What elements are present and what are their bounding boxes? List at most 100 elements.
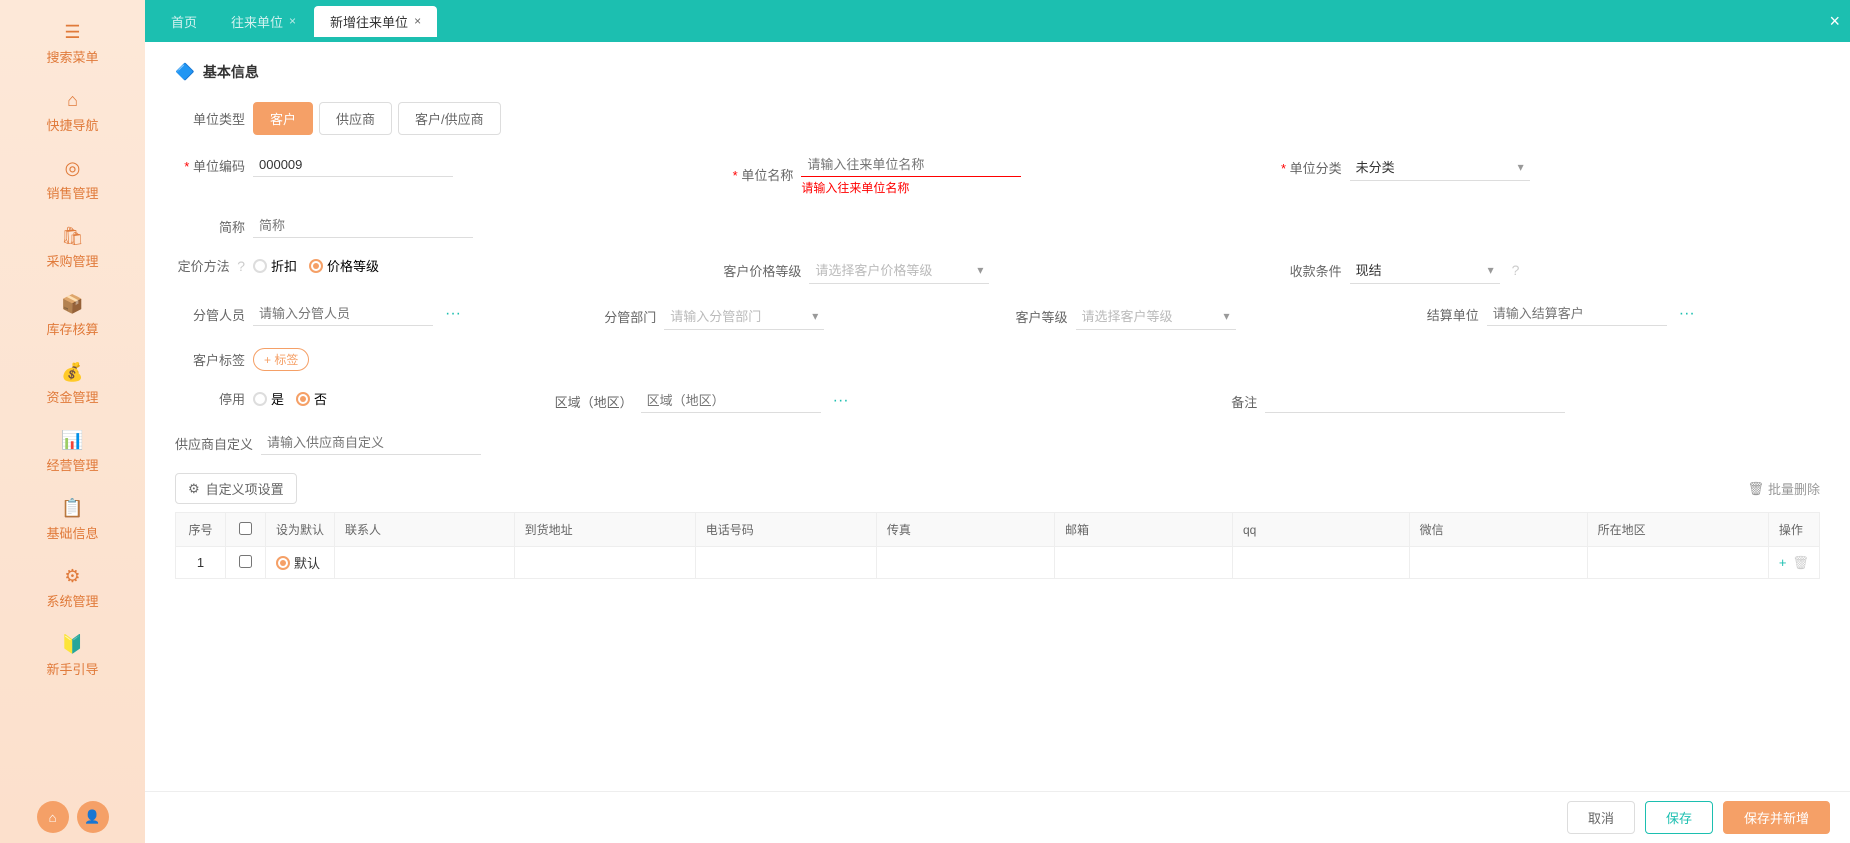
guide-icon: 🔰	[61, 634, 83, 655]
sidebar-item-inventory[interactable]: 📦 库存核算	[0, 282, 145, 350]
disabled-yes-radio[interactable]: 是	[253, 389, 284, 408]
short-name-row: 简称	[175, 214, 1820, 238]
unit-category-value: 未分类	[1356, 157, 1395, 176]
tabbar: 首页 往来单位 × 新增往来单位 × ×	[145, 0, 1850, 42]
unit-category-select[interactable]: 未分类 ▾	[1350, 153, 1530, 181]
table-section: ⚙ 自定义项设置 🗑 批量删除 序号 设为默认 联系人	[175, 473, 1820, 579]
row-region[interactable]	[1587, 547, 1768, 579]
col-wechat: 微信	[1409, 513, 1587, 547]
remarks-input[interactable]	[1265, 389, 1565, 413]
customer-price-level-label: 客户价格等级	[723, 261, 801, 280]
col-contact: 联系人	[335, 513, 515, 547]
manager-input[interactable]	[253, 302, 433, 326]
select-all-checkbox[interactable]	[239, 522, 252, 535]
customer-level-label: 客户等级	[998, 307, 1068, 326]
disabled-group: 停用 是 否	[175, 389, 555, 408]
settlement-unit-input[interactable]	[1487, 302, 1667, 326]
customer-level-select[interactable]: 请选择客户等级 ▾	[1076, 302, 1236, 330]
row-address[interactable]	[514, 547, 695, 579]
short-name-label: 简称	[175, 217, 245, 236]
sidebar-item-purchase[interactable]: 🛍 采购管理	[0, 214, 145, 282]
supplier-custom-label: 供应商自定义	[175, 434, 253, 453]
sidebar-item-label: 资金管理	[46, 387, 98, 406]
customer-price-level-select[interactable]: 请选择客户价格等级 ▾	[809, 256, 989, 284]
sidebar-item-quick-nav[interactable]: ⌂ 快捷导航	[0, 78, 145, 146]
sidebar-item-operations[interactable]: 📊 经营管理	[0, 418, 145, 486]
unit-category-group: * 单位分类 未分类 ▾	[1272, 153, 1820, 181]
email-input[interactable]	[1065, 555, 1222, 570]
delete-row-icon[interactable]: 🗑	[1792, 555, 1809, 571]
sidebar-item-finance[interactable]: 💰 资金管理	[0, 350, 145, 418]
phone-input[interactable]	[706, 555, 866, 570]
disabled-no-radio[interactable]: 否	[296, 389, 327, 408]
row-default-radio[interactable]: 默认	[276, 553, 324, 572]
save-add-button[interactable]: 保存并新增	[1723, 801, 1830, 834]
pricing-price-level-radio[interactable]: 价格等级	[309, 256, 379, 275]
row-email[interactable]	[1054, 547, 1232, 579]
unit-name-input[interactable]	[801, 153, 1021, 177]
customer-tag-label: 客户标签	[175, 350, 245, 369]
sidebar-item-search-menu[interactable]: ☰ 搜索菜单	[0, 10, 145, 78]
sidebar-item-system[interactable]: ⚙ 系统管理	[0, 554, 145, 622]
contact-input[interactable]	[345, 555, 504, 570]
customer-level-group: 客户等级 请选择客户等级 ▾	[998, 302, 1409, 330]
tab-home[interactable]: 首页	[155, 6, 213, 37]
sidebar-home-icon[interactable]: ⌂	[37, 801, 69, 833]
section-info-icon: 🔷	[175, 62, 195, 82]
row-qq[interactable]	[1232, 547, 1409, 579]
tab-partners-close[interactable]: ×	[289, 14, 296, 28]
short-name-input[interactable]	[253, 214, 473, 238]
pricing-discount-radio[interactable]: 折扣	[253, 256, 297, 275]
sidebar-item-basic-info[interactable]: 📋 基础信息	[0, 486, 145, 554]
unit-code-input[interactable]	[253, 153, 453, 177]
row-fax[interactable]	[876, 547, 1054, 579]
sidebar-item-label: 搜索菜单	[46, 47, 98, 66]
row-wechat[interactable]	[1409, 547, 1587, 579]
unit-type-supplier-btn[interactable]: 供应商	[319, 102, 392, 135]
save-button[interactable]: 保存	[1645, 801, 1713, 834]
tab-new-partner[interactable]: 新增往来单位 ×	[314, 6, 437, 37]
col-address: 到货地址	[514, 513, 695, 547]
region-label: 区域（地区）	[555, 392, 633, 411]
row-action: + 🗑	[1768, 547, 1819, 579]
sidebar-item-label: 新手引导	[46, 659, 98, 678]
payment-terms-select[interactable]: 现结 ▾	[1350, 256, 1500, 284]
unit-type-both-btn[interactable]: 客户/供应商	[398, 102, 501, 135]
batch-delete-button[interactable]: 🗑 批量删除	[1747, 479, 1820, 498]
row-phone[interactable]	[695, 547, 876, 579]
custom-settings-button[interactable]: ⚙ 自定义项设置	[175, 473, 297, 504]
qq-input[interactable]	[1243, 555, 1399, 570]
settlement-more-btn[interactable]: ···	[1675, 305, 1699, 323]
unit-type-customer-btn[interactable]: 客户	[253, 102, 313, 135]
supplier-custom-input[interactable]	[261, 431, 481, 455]
tab-new-partner-close[interactable]: ×	[414, 14, 421, 28]
tabbar-close-button[interactable]: ×	[1829, 11, 1840, 32]
payment-help-icon[interactable]: ?	[1512, 262, 1520, 278]
discount-radio-circle	[253, 259, 267, 273]
cancel-button[interactable]: 取消	[1567, 801, 1635, 834]
pricing-help-icon[interactable]: ?	[237, 258, 245, 274]
region-more-btn[interactable]: ···	[829, 392, 853, 410]
add-row-icon[interactable]: +	[1779, 555, 1787, 571]
manager-more-btn[interactable]: ···	[441, 305, 465, 323]
tab-partners[interactable]: 往来单位 ×	[215, 6, 312, 37]
unit-name-wrapper: 请输入往来单位名称	[801, 153, 1021, 196]
price-level-label: 价格等级	[327, 256, 379, 275]
row-contact[interactable]	[335, 547, 515, 579]
row-select-checkbox[interactable]	[239, 555, 252, 568]
sidebar-item-guide[interactable]: 🔰 新手引导	[0, 622, 145, 690]
remarks-label: 备注	[1187, 392, 1257, 411]
system-icon: ⚙	[64, 566, 80, 587]
disabled-no-label: 否	[314, 389, 327, 408]
region-table-input[interactable]	[1598, 555, 1758, 570]
sidebar-item-sales[interactable]: ◎ 销售管理	[0, 146, 145, 214]
department-select[interactable]: 请输入分管部门 ▾	[664, 302, 824, 330]
region-input[interactable]	[641, 389, 821, 413]
add-tag-button[interactable]: + 标签	[253, 348, 309, 371]
wechat-input[interactable]	[1420, 555, 1577, 570]
payment-terms-chevron: ▾	[1488, 263, 1494, 277]
address-input[interactable]	[525, 555, 685, 570]
sidebar-user-icon[interactable]: 👤	[77, 801, 109, 833]
customer-level-placeholder: 请选择客户等级	[1082, 306, 1173, 325]
fax-input[interactable]	[887, 555, 1044, 570]
